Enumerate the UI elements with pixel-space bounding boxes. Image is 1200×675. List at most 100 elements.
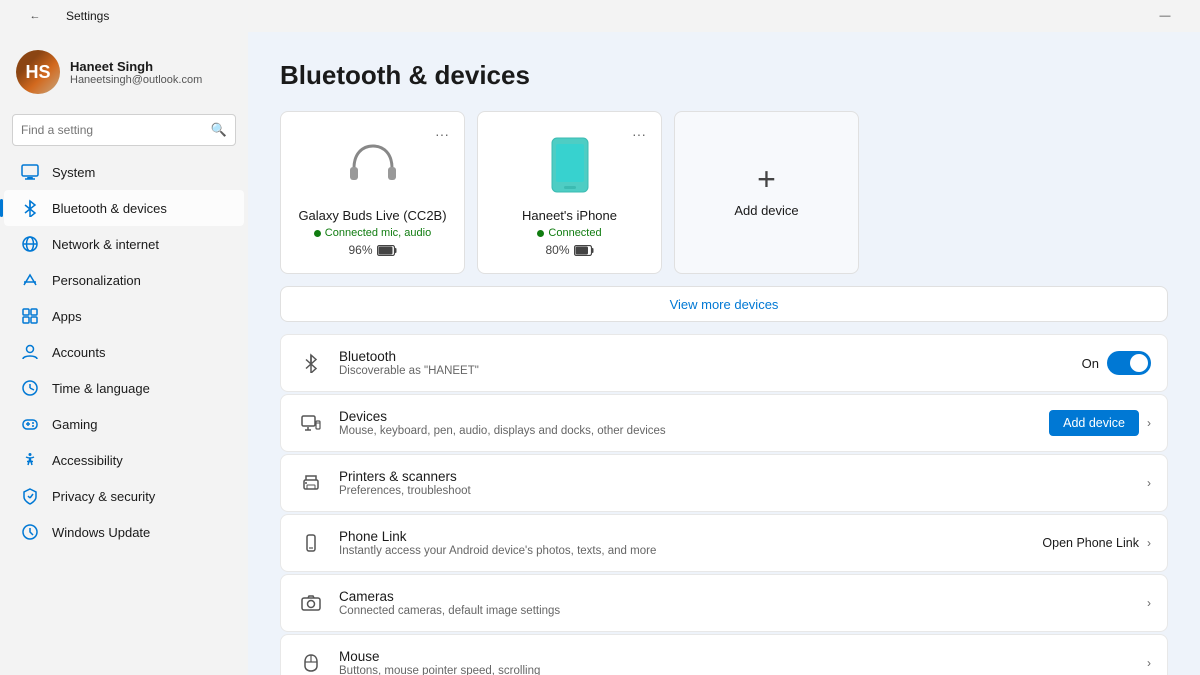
search-box[interactable]: 🔍 <box>12 114 236 146</box>
bluetooth-icon <box>20 198 40 218</box>
sidebar-item-personalization[interactable]: Personalization <box>4 262 244 298</box>
bluetooth-toggle[interactable] <box>1107 351 1151 375</box>
cameras-row-title: Cameras <box>339 589 1133 604</box>
sidebar-item-bluetooth[interactable]: Bluetooth & devices <box>4 190 244 226</box>
user-name: Haneet Singh <box>70 59 202 74</box>
mouse-row-right: › <box>1147 656 1151 670</box>
cameras-row-subtitle: Connected cameras, default image setting… <box>339 605 1133 617</box>
minimize-button[interactable]: — <box>1142 0 1188 32</box>
sidebar-label-update: Windows Update <box>52 525 232 540</box>
printers-row-icon <box>297 469 325 497</box>
sidebar-label-apps: Apps <box>52 309 232 324</box>
back-button[interactable]: ← <box>12 0 58 32</box>
privacy-icon <box>20 486 40 506</box>
accounts-icon <box>20 342 40 362</box>
sidebar-label-time: Time & language <box>52 381 232 396</box>
mouse-row-subtitle: Buttons, mouse pointer speed, scrolling <box>339 665 1133 675</box>
headphones-image <box>297 134 448 196</box>
view-more-devices[interactable]: View more devices <box>280 286 1168 322</box>
phonelink-chevron: › <box>1147 536 1151 550</box>
content-area: Bluetooth & devices ··· Galaxy Buds Live… <box>248 32 1200 675</box>
phonelink-row-icon <box>297 529 325 557</box>
search-container: 🔍 <box>0 110 248 154</box>
device-cards-row: ··· Galaxy Buds Live (CC2B) Connected mi… <box>280 111 1168 274</box>
accessibility-icon <box>20 450 40 470</box>
phonelink-row-text: Phone Link Instantly access your Android… <box>339 529 1028 557</box>
sidebar-label-bluetooth: Bluetooth & devices <box>52 201 232 216</box>
sidebar-item-update[interactable]: Windows Update <box>4 514 244 550</box>
view-more-label: View more devices <box>670 297 779 312</box>
battery-icon-headphones <box>377 245 397 256</box>
status-dot-headphones <box>314 230 321 237</box>
cameras-row-icon <box>297 589 325 617</box>
status-dot-phone <box>537 230 544 237</box>
titlebar: ← Settings — <box>0 0 1200 32</box>
devices-row-icon <box>297 409 325 437</box>
bluetooth-row-subtitle: Discoverable as "HANEET" <box>339 365 1068 377</box>
add-device-label: Add device <box>734 203 798 218</box>
settings-row-devices[interactable]: Devices Mouse, keyboard, pen, audio, dis… <box>280 394 1168 452</box>
devices-row-subtitle: Mouse, keyboard, pen, audio, displays an… <box>339 425 1035 437</box>
system-icon <box>20 162 40 182</box>
sidebar-item-accessibility[interactable]: Accessibility <box>4 442 244 478</box>
cameras-row-right: › <box>1147 596 1151 610</box>
printers-row-text: Printers & scanners Preferences, trouble… <box>339 469 1133 497</box>
personalization-icon <box>20 270 40 290</box>
sidebar-label-network: Network & internet <box>52 237 232 252</box>
apps-icon <box>20 306 40 326</box>
sidebar-label-personalization: Personalization <box>52 273 232 288</box>
bluetooth-row-title: Bluetooth <box>339 349 1068 364</box>
app-container: HS Haneet Singh Haneetsingh@outlook.com … <box>0 32 1200 675</box>
device-card-headphones: ··· Galaxy Buds Live (CC2B) Connected mi… <box>280 111 465 274</box>
printers-row-right: › <box>1147 476 1151 490</box>
devices-row-title: Devices <box>339 409 1035 424</box>
bluetooth-row-text: Bluetooth Discoverable as "HANEET" <box>339 349 1068 377</box>
nav-list: System Bluetooth & devices <box>0 154 248 550</box>
bluetooth-toggle-track <box>1107 351 1151 375</box>
sidebar-item-gaming[interactable]: Gaming <box>4 406 244 442</box>
bluetooth-toggle-label: On <box>1082 356 1099 371</box>
avatar: HS <box>16 50 60 94</box>
device-card-phone: ··· Haneet's iPhone Connected 80% <box>477 111 662 274</box>
bluetooth-toggle-container: On <box>1082 351 1151 375</box>
sidebar-item-privacy[interactable]: Privacy & security <box>4 478 244 514</box>
sidebar-item-apps[interactable]: Apps <box>4 298 244 334</box>
card-name-phone: Haneet's iPhone <box>494 208 645 223</box>
settings-row-printers[interactable]: Printers & scanners Preferences, trouble… <box>280 454 1168 512</box>
sidebar-item-network[interactable]: Network & internet <box>4 226 244 262</box>
settings-row-cameras[interactable]: Cameras Connected cameras, default image… <box>280 574 1168 632</box>
avatar-image: HS <box>16 50 60 94</box>
card-menu-phone[interactable]: ··· <box>627 122 651 146</box>
bluetooth-row-right: On <box>1082 351 1151 375</box>
page-title: Bluetooth & devices <box>280 60 1168 91</box>
printers-chevron: › <box>1147 476 1151 490</box>
titlebar-left: ← Settings <box>12 0 109 32</box>
sidebar: HS Haneet Singh Haneetsingh@outlook.com … <box>0 32 248 675</box>
mouse-row-icon <box>297 649 325 675</box>
network-icon <box>20 234 40 254</box>
titlebar-title: Settings <box>66 9 109 23</box>
time-icon <box>20 378 40 398</box>
settings-row-phonelink[interactable]: Phone Link Instantly access your Android… <box>280 514 1168 572</box>
cameras-row-text: Cameras Connected cameras, default image… <box>339 589 1133 617</box>
sidebar-item-system[interactable]: System <box>4 154 244 190</box>
gaming-icon <box>20 414 40 434</box>
sidebar-item-accounts[interactable]: Accounts <box>4 334 244 370</box>
mouse-row-title: Mouse <box>339 649 1133 664</box>
update-icon <box>20 522 40 542</box>
sidebar-label-accessibility: Accessibility <box>52 453 232 468</box>
sidebar-item-time[interactable]: Time & language <box>4 370 244 406</box>
search-icon: 🔍 <box>211 122 227 138</box>
devices-add-device-button[interactable]: Add device <box>1049 410 1139 436</box>
card-menu-headphones[interactable]: ··· <box>430 122 454 146</box>
add-device-card[interactable]: + Add device <box>674 111 859 274</box>
settings-row-bluetooth[interactable]: Bluetooth Discoverable as "HANEET" On <box>280 334 1168 392</box>
settings-row-mouse[interactable]: Mouse Buttons, mouse pointer speed, scro… <box>280 634 1168 675</box>
user-email: Haneetsingh@outlook.com <box>70 74 202 86</box>
cameras-chevron: › <box>1147 596 1151 610</box>
sidebar-label-system: System <box>52 165 232 180</box>
card-battery-phone: 80% <box>494 243 645 257</box>
phonelink-row-title: Phone Link <box>339 529 1028 544</box>
search-input[interactable] <box>21 123 205 137</box>
card-name-headphones: Galaxy Buds Live (CC2B) <box>297 208 448 223</box>
